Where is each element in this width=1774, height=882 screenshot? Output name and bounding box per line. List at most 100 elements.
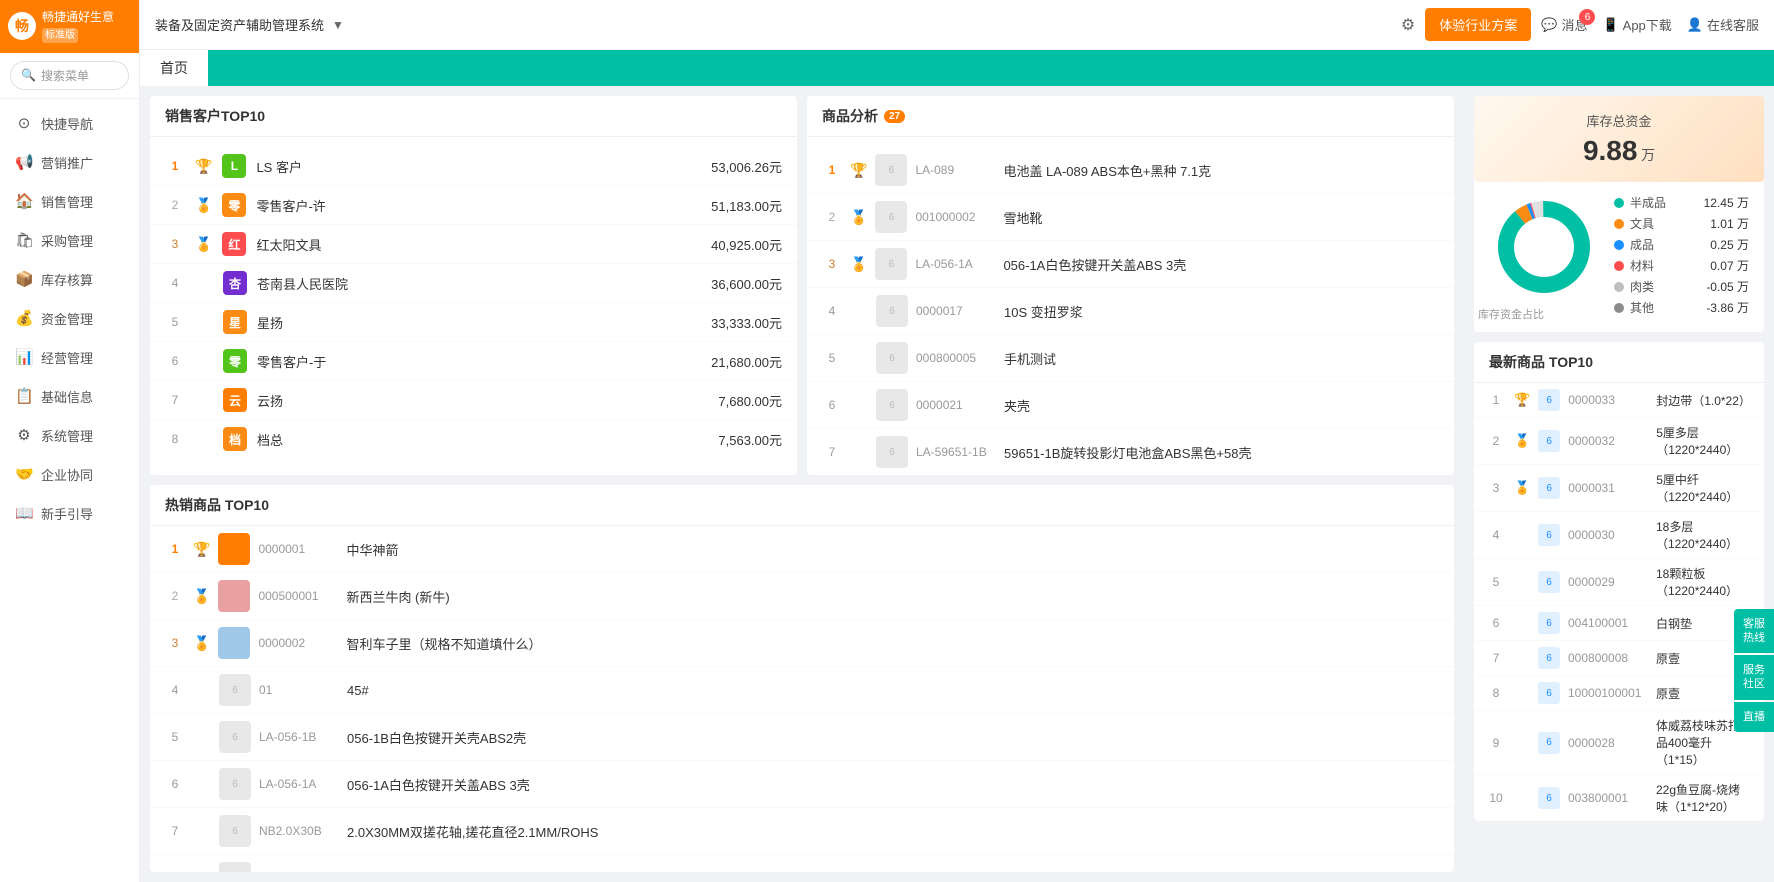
product-code: 003800001 [1568, 791, 1648, 805]
community-button[interactable]: 服务社区 [1734, 655, 1774, 700]
nav-tabs: 首页 [140, 50, 1774, 86]
table-row: 3 🏅 红 红太阳文具 40,925.00元 [150, 225, 797, 264]
medal-icon: 🏅 [850, 209, 867, 226]
rank-number: 2 [165, 198, 185, 212]
rank-number: 6 [1486, 616, 1506, 630]
product-code: NB2.0X30B [259, 824, 339, 838]
inventory-unit: 万 [1641, 147, 1655, 163]
inventory-value: 9.88 [1583, 135, 1638, 166]
inventory-icon: 📦 [15, 270, 33, 288]
inventory-panel: 库存总资金 9.88 万 [1474, 96, 1764, 332]
sidebar: 畅 畅捷通好生意 标准版 🔍 搜索菜单 ⊙ 快捷导航 📢 营销推广 🏠 销售管理… [0, 0, 140, 882]
product-code: 10000100001 [1568, 686, 1648, 700]
product-name: 056-1B白色按键开关壳ABS2壳 [347, 728, 1439, 747]
list-item: 8 6 0000011 12070519-xs [150, 855, 1454, 872]
avatar: 星 [223, 310, 247, 334]
product-thumbnail: 6 [876, 389, 908, 421]
product-code: LA-056-1B [259, 730, 339, 744]
medal-icon: 🏆 [193, 541, 210, 558]
product-thumbnail: 6 [875, 154, 907, 186]
product-thumbnail: 6 [219, 768, 251, 800]
product-thumbnail [218, 580, 250, 612]
system-dropdown-button[interactable]: ▼ [332, 18, 344, 32]
table-row: 8 档 档总 7,563.00元 [150, 420, 797, 458]
list-item: 5 6 000800005 手机测试 [807, 335, 1454, 382]
sidebar-item-guide[interactable]: 📖 新手引导 [0, 494, 139, 533]
rank-number: 3 [822, 257, 842, 271]
search-menu-button[interactable]: 🔍 搜索菜单 [10, 61, 129, 90]
system-icon: ⚙ [15, 426, 33, 444]
customer-service-button[interactable]: 客服热线 [1734, 609, 1774, 654]
product-thumbnail: 6 [1538, 389, 1560, 411]
logo-text: 畅捷通好生意 标准版 [42, 10, 114, 43]
sold-products-list: 1 🏆 6 LA-089 电池盖 LA-089 ABS本色+黑种 7.1克 2 … [807, 147, 1454, 475]
sidebar-item-basic[interactable]: 📋 基础信息 [0, 377, 139, 416]
product-name: 59651-1B旋转投影灯电池盒ABS黑色+58壳 [1004, 443, 1439, 462]
live-button[interactable]: 直播 [1734, 702, 1774, 732]
tab-home[interactable]: 首页 [140, 50, 208, 86]
guide-icon: 📖 [15, 504, 33, 522]
avatar: 杏 [223, 271, 247, 295]
product-code: 01 [259, 683, 339, 697]
sidebar-item-purchase[interactable]: 🛍 采购管理 [0, 221, 139, 260]
list-item: 4 6 0000030 18多层（1220*2440） [1474, 512, 1764, 559]
legend-item: 材料 0.07 万 [1614, 257, 1749, 274]
content: 销售客户TOP10 1 🏆 L LS 客户 53,006.26元 2 [140, 86, 1774, 882]
sales-icon: 🏠 [15, 192, 33, 210]
product-name: 18多层（1220*2440） [1656, 518, 1752, 552]
rank-number: 8 [165, 432, 185, 446]
search-icon: 🔍 [21, 68, 36, 82]
sidebar-item-inventory[interactable]: 📦 库存核算 [0, 260, 139, 299]
product-thumbnail: 6 [219, 721, 251, 753]
sidebar-item-marketing[interactable]: 📢 营销推广 [0, 143, 139, 182]
product-thumbnail: 6 [1538, 647, 1560, 669]
product-code: LA-59651-1B [916, 445, 996, 459]
rank-number: 3 [165, 636, 185, 650]
sidebar-item-system[interactable]: ⚙ 系统管理 [0, 416, 139, 455]
donut-chart-container: 库存资金占比 [1489, 192, 1599, 322]
sidebar-item-sales[interactable]: 🏠 销售管理 [0, 182, 139, 221]
product-name: 2.0X30MM双搓花轴,搓花直径2.1MM/ROHS [347, 822, 1439, 841]
hot-products-panel: 热销商品 TOP10 1 🏆 0000001 中华神箭 2 🏅 00050 [150, 485, 1454, 872]
list-item: 2 🏅 6 001000002 雪地靴 [807, 194, 1454, 241]
app-icon: 📱 [1602, 17, 1618, 33]
product-name: 新西兰牛肉 (新牛) [346, 587, 1439, 606]
customer-value: 7,680.00元 [718, 391, 782, 410]
medal-icon: 🏅 [195, 236, 212, 253]
product-name: 封边带（1.0*22） [1656, 392, 1752, 409]
inventory-total-card: 库存总资金 9.88 万 [1474, 96, 1764, 182]
product-code: LA-056-1A [259, 777, 339, 791]
product-thumbnail: 6 [1538, 787, 1560, 809]
online-service-button[interactable]: 👤 在线客服 [1687, 15, 1759, 34]
legend-color [1614, 198, 1624, 208]
legend-item: 成品 0.25 万 [1614, 236, 1749, 253]
customer-value: 36,600.00元 [711, 274, 782, 293]
sales-customer-panel: 销售客户TOP10 1 🏆 L LS 客户 53,006.26元 2 [150, 96, 797, 475]
product-code: 0000033 [1568, 393, 1648, 407]
main-area: 装备及固定资产辅助管理系统 ▼ ⚙ 体验行业方案 💬 消息 6 📱 App下载 … [140, 0, 1774, 882]
sidebar-item-quick-nav[interactable]: ⊙ 快捷导航 [0, 104, 139, 143]
rank-number: 9 [1486, 736, 1506, 750]
message-button[interactable]: 💬 消息 6 [1541, 15, 1587, 34]
sidebar-item-finance[interactable]: 💰 资金管理 [0, 299, 139, 338]
product-code: 0000021 [916, 398, 996, 412]
product-name: 电池盖 LA-089 ABS本色+黑种 7.1克 [1003, 161, 1439, 180]
rank-number: 7 [1486, 651, 1506, 665]
product-thumbnail: 6 [1538, 524, 1560, 546]
try-btn[interactable]: 体验行业方案 [1425, 8, 1531, 41]
list-item: 4 6 0000017 10S 变扭罗浆 [807, 288, 1454, 335]
service-icon: 👤 [1687, 17, 1703, 33]
rank-number: 5 [165, 315, 185, 329]
float-service: 客服热线 服务社区 直播 [1734, 609, 1774, 732]
table-row: 7 云 云扬 7,680.00元 [150, 381, 797, 420]
product-name: 5厘中纤（1220*2440） [1656, 471, 1752, 505]
list-item: 4 6 01 45# [150, 667, 1454, 714]
header-actions: 💬 消息 6 📱 App下载 👤 在线客服 [1541, 15, 1759, 34]
settings-button[interactable]: ⚙ [1401, 15, 1415, 35]
sidebar-item-cooperation[interactable]: 🤝 企业协同 [0, 455, 139, 494]
customer-value: 53,006.26元 [711, 157, 782, 176]
sidebar-item-operation[interactable]: 📊 经营管理 [0, 338, 139, 377]
product-name: 中华神箭 [346, 540, 1439, 559]
app-download-button[interactable]: 📱 App下载 [1602, 15, 1671, 34]
customer-value: 40,925.00元 [711, 235, 782, 254]
